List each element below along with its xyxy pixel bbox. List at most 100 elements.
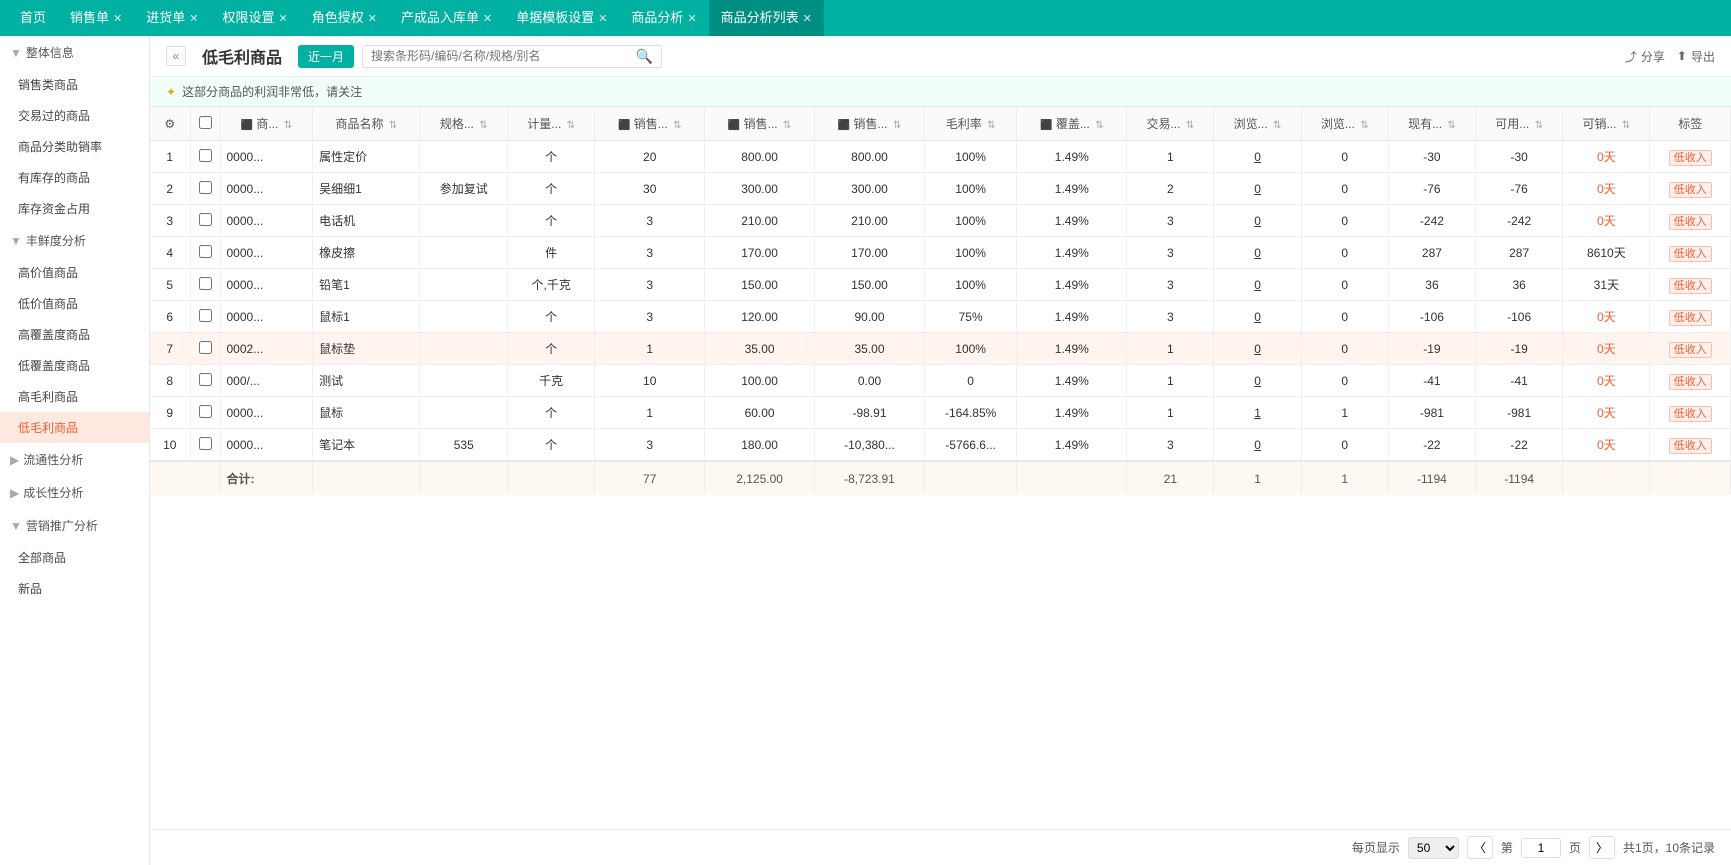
col-sales-amount[interactable]: ⬛ 销售... ⇅ (815, 107, 925, 141)
row-checkbox[interactable] (190, 205, 220, 237)
sidebar-item-new-products[interactable]: 新品 (0, 573, 149, 604)
sidebar-item-high-value[interactable]: 高价值商品 (0, 257, 149, 288)
col-unit[interactable]: 计量... ⇅ (508, 107, 595, 141)
sidebar-item-traded[interactable]: 交易过的商品 (0, 100, 149, 131)
row-select-checkbox[interactable] (199, 213, 212, 226)
col-sales-count[interactable]: ⬛ 销售... ⇅ (595, 107, 705, 141)
col-name[interactable]: 商品名称 ⇅ (313, 107, 420, 141)
sidebar-item-sales-category[interactable]: 销售类商品 (0, 69, 149, 100)
sidebar-group-flow[interactable]: ▶ 流通性分析 (0, 443, 149, 476)
row-views1[interactable]: 0 (1214, 301, 1301, 333)
row-name: 吴细细1 (313, 173, 420, 205)
row-views1[interactable]: 0 (1214, 141, 1301, 173)
row-checkbox[interactable] (190, 333, 220, 365)
nav-permissions-close[interactable]: ✕ (279, 13, 288, 25)
nav-analysis-list[interactable]: 商品分析列表✕ (709, 0, 824, 36)
col-spec[interactable]: 规格... ⇅ (420, 107, 508, 141)
row-views1[interactable]: 0 (1214, 333, 1301, 365)
sidebar-item-high-abundance[interactable]: 高覆盖度商品 (0, 319, 149, 350)
sidebar-item-capital[interactable]: 库存资金占用 (0, 193, 149, 224)
col-views2[interactable]: 浏览... ⇅ (1301, 107, 1388, 141)
sidebar-item-low-value[interactable]: 低价值商品 (0, 288, 149, 319)
per-page-select[interactable]: 50 100 200 (1408, 837, 1459, 859)
export-button[interactable]: ⬆ 导出 (1677, 48, 1715, 65)
select-all-checkbox[interactable] (199, 116, 212, 129)
nav-products-close[interactable]: ✕ (483, 13, 492, 25)
row-select-checkbox[interactable] (199, 181, 212, 194)
col-settings[interactable]: ⚙ (150, 107, 190, 141)
search-input[interactable] (371, 49, 636, 63)
col-transactions[interactable]: 交易... ⇅ (1127, 107, 1214, 141)
sidebar-item-category-sales[interactable]: 商品分类助销率 (0, 131, 149, 162)
col-current[interactable]: 现有... ⇅ (1388, 107, 1475, 141)
next-page-button[interactable]: 〉 (1589, 836, 1615, 859)
nav-purchase-close[interactable]: ✕ (189, 13, 198, 25)
nav-home[interactable]: 首页 (8, 0, 58, 36)
filter-recent-month-button[interactable]: 近一月 (298, 45, 354, 68)
sidebar-item-all-products[interactable]: 全部商品 (0, 542, 149, 573)
row-views1[interactable]: 0 (1214, 269, 1301, 301)
nav-analysis-list-close[interactable]: ✕ (803, 13, 812, 25)
nav-templates[interactable]: 单据模板设置✕ (504, 0, 619, 36)
row-views1[interactable]: 0 (1214, 237, 1301, 269)
nav-purchase[interactable]: 进货单✕ (134, 0, 210, 36)
sidebar-group-growth[interactable]: ▶ 成长性分析 (0, 476, 149, 509)
row-select-checkbox[interactable] (199, 245, 212, 258)
col-views1[interactable]: 浏览... ⇅ (1214, 107, 1301, 141)
search-icon[interactable]: 🔍 (636, 48, 653, 65)
row-views1[interactable]: 0 (1214, 429, 1301, 462)
sidebar-toggle-button[interactable]: « (166, 46, 186, 66)
sidebar-item-low-abundance[interactable]: 低覆盖度商品 (0, 350, 149, 381)
sidebar-group-marketing[interactable]: ▼ 营销推广分析 (0, 509, 149, 542)
sidebar-item-inventory[interactable]: 有库存的商品 (0, 162, 149, 193)
row-select-checkbox[interactable] (199, 437, 212, 450)
nav-templates-close[interactable]: ✕ (598, 13, 607, 25)
row-select-checkbox[interactable] (199, 277, 212, 290)
row-tag: 低收入 (1650, 205, 1731, 237)
nav-roles[interactable]: 角色授权✕ (300, 0, 389, 36)
row-checkbox[interactable] (190, 269, 220, 301)
row-select-checkbox[interactable] (199, 341, 212, 354)
nav-analysis-close[interactable]: ✕ (687, 13, 696, 25)
col-coverage[interactable]: ⬛ 覆盖... ⇅ (1017, 107, 1127, 141)
nav-roles-close[interactable]: ✕ (368, 13, 377, 25)
row-name: 电话机 (313, 205, 420, 237)
row-select-checkbox[interactable] (199, 149, 212, 162)
sidebar-group-abundance[interactable]: ▼ 丰鲜度分析 (0, 224, 149, 257)
nav-products[interactable]: 产成品入库单✕ (389, 0, 504, 36)
row-checkbox[interactable] (190, 237, 220, 269)
col-available[interactable]: 可用... ⇅ (1476, 107, 1563, 141)
row-checkbox[interactable] (190, 429, 220, 462)
share-button[interactable]: ⤴ 分享 (1625, 48, 1665, 65)
row-views1[interactable]: 1 (1214, 397, 1301, 429)
nav-analysis[interactable]: 商品分析✕ (619, 0, 708, 36)
search-box[interactable]: 🔍 (362, 45, 662, 68)
col-tag[interactable]: 标签 (1650, 107, 1731, 141)
row-checkbox[interactable] (190, 141, 220, 173)
col-checkbox-all[interactable] (190, 107, 220, 141)
col-margin-rate[interactable]: 毛利率 ⇅ (924, 107, 1016, 141)
sidebar-item-high-margin[interactable]: 高毛利商品 (0, 381, 149, 412)
row-checkbox[interactable] (190, 173, 220, 205)
col-code[interactable]: ⬛ 商... ⇅ (220, 107, 313, 141)
sidebar-group-overall[interactable]: ▼ 整体信息 (0, 36, 149, 69)
sidebar-item-low-margin[interactable]: 低毛利商品 (0, 412, 149, 443)
prev-page-button[interactable]: 〈 (1467, 836, 1493, 859)
row-select-checkbox[interactable] (199, 405, 212, 418)
row-select-checkbox[interactable] (199, 309, 212, 322)
row-checkbox[interactable] (190, 365, 220, 397)
settings-icon[interactable]: ⚙ (164, 117, 175, 131)
row-views1[interactable]: 0 (1214, 205, 1301, 237)
row-views1[interactable]: 0 (1214, 173, 1301, 205)
nav-sales[interactable]: 销售单✕ (58, 0, 134, 36)
row-checkbox[interactable] (190, 397, 220, 429)
nav-sales-close[interactable]: ✕ (113, 13, 122, 25)
current-page-input[interactable] (1521, 838, 1561, 858)
row-select-checkbox[interactable] (199, 373, 212, 386)
row-checkbox[interactable] (190, 301, 220, 333)
col-sales-price[interactable]: ⬛ 销售... ⇅ (705, 107, 815, 141)
col-sellable[interactable]: 可销... ⇅ (1563, 107, 1650, 141)
row-coverage: 1.49% (1017, 365, 1127, 397)
row-views1[interactable]: 0 (1214, 365, 1301, 397)
nav-permissions[interactable]: 权限设置✕ (210, 0, 299, 36)
